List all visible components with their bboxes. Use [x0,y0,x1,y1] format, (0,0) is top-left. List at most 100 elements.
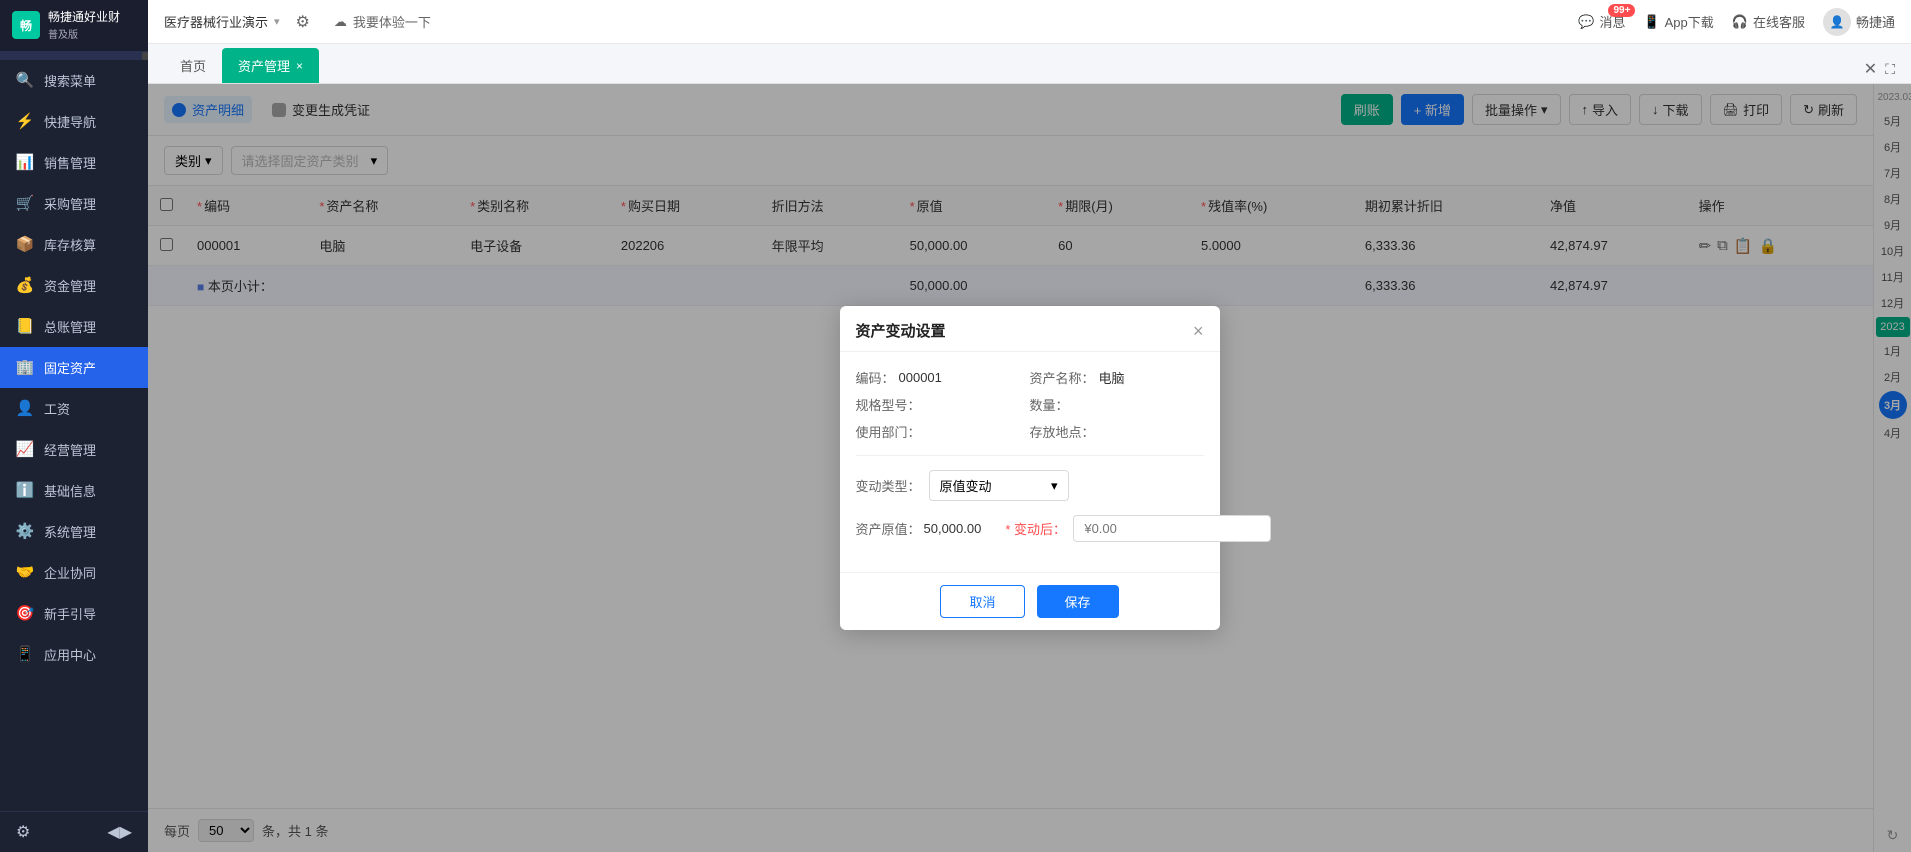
after-value-input[interactable] [1073,515,1271,542]
logo-edition: 普及版 [48,26,120,41]
service-label: 在线客服 [1753,12,1805,31]
tab-home-label: 首页 [180,56,206,75]
sidebar-item-basic-info[interactable]: ℹ️ 基础信息 [0,470,148,511]
notification-icon: 💬 [1578,14,1594,30]
sidebar-item-sales-label: 销售管理 [44,153,96,172]
experience-button[interactable]: ☁ 我要体验一下 [334,12,431,31]
save-button[interactable]: 保存 [1037,585,1119,618]
modal-code-item: 编码： 000001 [856,368,1030,387]
topbar-gear-icon[interactable]: ⚙ [296,12,310,32]
sidebar-item-quicknav-label: 快捷导航 [44,112,96,131]
settings-icon[interactable]: ⚙ [16,822,30,842]
experience-icon: ☁ [334,14,347,30]
window-maximize-icon[interactable]: ⛶ [1885,61,1895,78]
modal-close-button[interactable]: × [1193,322,1204,340]
window-close-icon[interactable]: ✕ [1864,59,1877,79]
cancel-button[interactable]: 取消 [940,585,1024,618]
sidebar-item-ledger[interactable]: 📒 总账管理 [0,306,148,347]
sidebar-item-operations[interactable]: 📈 经营管理 [0,429,148,470]
sidebar-item-inventory-label: 库存核算 [44,235,96,254]
experience-label: 我要体验一下 [353,12,431,31]
sidebar-item-purchase-label: 采购管理 [44,194,96,213]
change-type-field: 变动类型： 原值变动 ▾ [856,470,1204,501]
tab-home[interactable]: 首页 [164,48,222,83]
tab-asset-management[interactable]: 资产管理 × [222,48,319,83]
company-selector[interactable]: 医疗器械行业演示 ▾ [164,12,280,31]
modal-spec-label: 规格型号： [856,395,921,414]
avatar: 👤 [1823,8,1851,36]
modal-quantity-label: 数量： [1030,395,1069,414]
sidebar-item-system[interactable]: ⚙️ 系统管理 [0,511,148,552]
finance-icon: 💰 [16,276,34,294]
fixed-assets-icon: 🏢 [16,358,34,376]
sidebar-item-system-label: 系统管理 [44,522,96,541]
modal-dept-item: 使用部门： [856,422,1030,441]
user-menu[interactable]: 👤 畅捷通 [1823,8,1895,36]
modal-code-value: 000001 [899,370,942,385]
change-type-select[interactable]: 原值变动 ▾ [929,470,1069,501]
basic-info-icon: ℹ️ [16,481,34,499]
app-download-icon: 📱 [1643,14,1659,30]
operations-icon: 📈 [16,440,34,458]
modal-name-label: 资产名称： [1030,368,1095,387]
sidebar-logo: 畅 畅捷通好业财 普及版 [0,0,148,52]
modal-dept-label: 使用部门： [856,422,921,441]
sidebar-item-apps[interactable]: 📱 应用中心 [0,634,148,675]
sidebar-item-ledger-label: 总账管理 [44,317,96,336]
quicknav-icon: ⚡ [16,112,34,130]
modal-location-label: 存放地点： [1030,422,1095,441]
inventory-icon: 📦 [16,235,34,253]
sidebar-item-inventory[interactable]: 📦 库存核算 [0,224,148,265]
service-icon: 🎧 [1732,14,1748,30]
sidebar-item-apps-label: 应用中心 [44,645,96,664]
change-type-value: 原值变动 [940,476,992,495]
change-type-dropdown-icon: ▾ [1051,478,1058,494]
asset-change-modal: 资产变动设置 × 编码： 000001 资产名称： 电脑 [840,306,1220,630]
apps-icon: 📱 [16,645,34,663]
sidebar-item-beginner-label: 新手引导 [44,604,96,623]
purchase-icon: 🛒 [16,194,34,212]
modal-name-value: 电脑 [1099,368,1125,387]
company-name: 医疗器械行业演示 [164,12,268,31]
sidebar-item-search[interactable]: 🔍 搜索菜单 [0,60,148,101]
modal-name-item: 资产名称： 电脑 [1030,368,1204,387]
sidebar-item-beginner[interactable]: 🎯 新手引导 [0,593,148,634]
tab-close-icon[interactable]: × [296,59,303,73]
sidebar: 畅 畅捷通好业财 普及版 🔍 搜索菜单 ⚡ 快捷导航 📊 销售管理 🛒 采购管理… [0,0,148,852]
system-icon: ⚙️ [16,522,34,540]
sidebar-item-enterprise[interactable]: 🤝 企业协同 [0,552,148,593]
content-area: 资产明细 变更生成凭证 刷账 + 新增 批量操作 ▾ ↑ [148,84,1911,852]
sidebar-bottom: ⚙ ◀▶ [0,811,148,852]
tabs-bar: 首页 资产管理 × ✕ ⛶ [148,44,1911,84]
user-name: 畅捷通 [1856,12,1895,31]
notification-badge: 99+ [1608,4,1635,17]
modal-quantity-item: 数量： [1030,395,1204,414]
ledger-icon: 📒 [16,317,34,335]
online-service-button[interactable]: 🎧 在线客服 [1732,12,1805,31]
sidebar-item-purchase[interactable]: 🛒 采购管理 [0,183,148,224]
sidebar-item-sales[interactable]: 📊 销售管理 [0,142,148,183]
sidebar-item-enterprise-label: 企业协同 [44,563,96,582]
sidebar-item-search-label: 搜索菜单 [44,71,96,90]
main-area: 医疗器械行业演示 ▾ ⚙ ☁ 我要体验一下 💬 消息 99+ 📱 App下载 🎧… [148,0,1911,852]
original-value-label: 资产原值： [856,519,916,538]
payroll-icon: 👤 [16,399,34,417]
sidebar-item-payroll[interactable]: 👤 工资 [0,388,148,429]
notification-button[interactable]: 💬 消息 99+ [1578,12,1625,31]
modal-spec-item: 规格型号： [856,395,1030,414]
sidebar-item-finance[interactable]: 💰 资金管理 [0,265,148,306]
collapse-icon[interactable]: ◀▶ [107,822,132,842]
sidebar-item-operations-label: 经营管理 [44,440,96,459]
app-download-button[interactable]: 📱 App下载 [1643,12,1713,31]
modal-header: 资产变动设置 × [840,306,1220,352]
sidebar-item-basic-info-label: 基础信息 [44,481,96,500]
sidebar-item-fixed-assets[interactable]: 🏢 固定资产 [0,347,148,388]
modal-divider [856,455,1204,456]
sidebar-item-quicknav[interactable]: ⚡ 快捷导航 [0,101,148,142]
sidebar-item-payroll-label: 工资 [44,399,70,418]
sidebar-item-fixed-assets-label: 固定资产 [44,358,96,377]
modal-title: 资产变动设置 [856,320,946,341]
company-dropdown-icon: ▾ [274,15,280,28]
modal-code-label: 编码： [856,368,895,387]
sidebar-nav: 🔍 搜索菜单 ⚡ 快捷导航 📊 销售管理 🛒 采购管理 📦 库存核算 💰 资金管… [0,60,148,811]
